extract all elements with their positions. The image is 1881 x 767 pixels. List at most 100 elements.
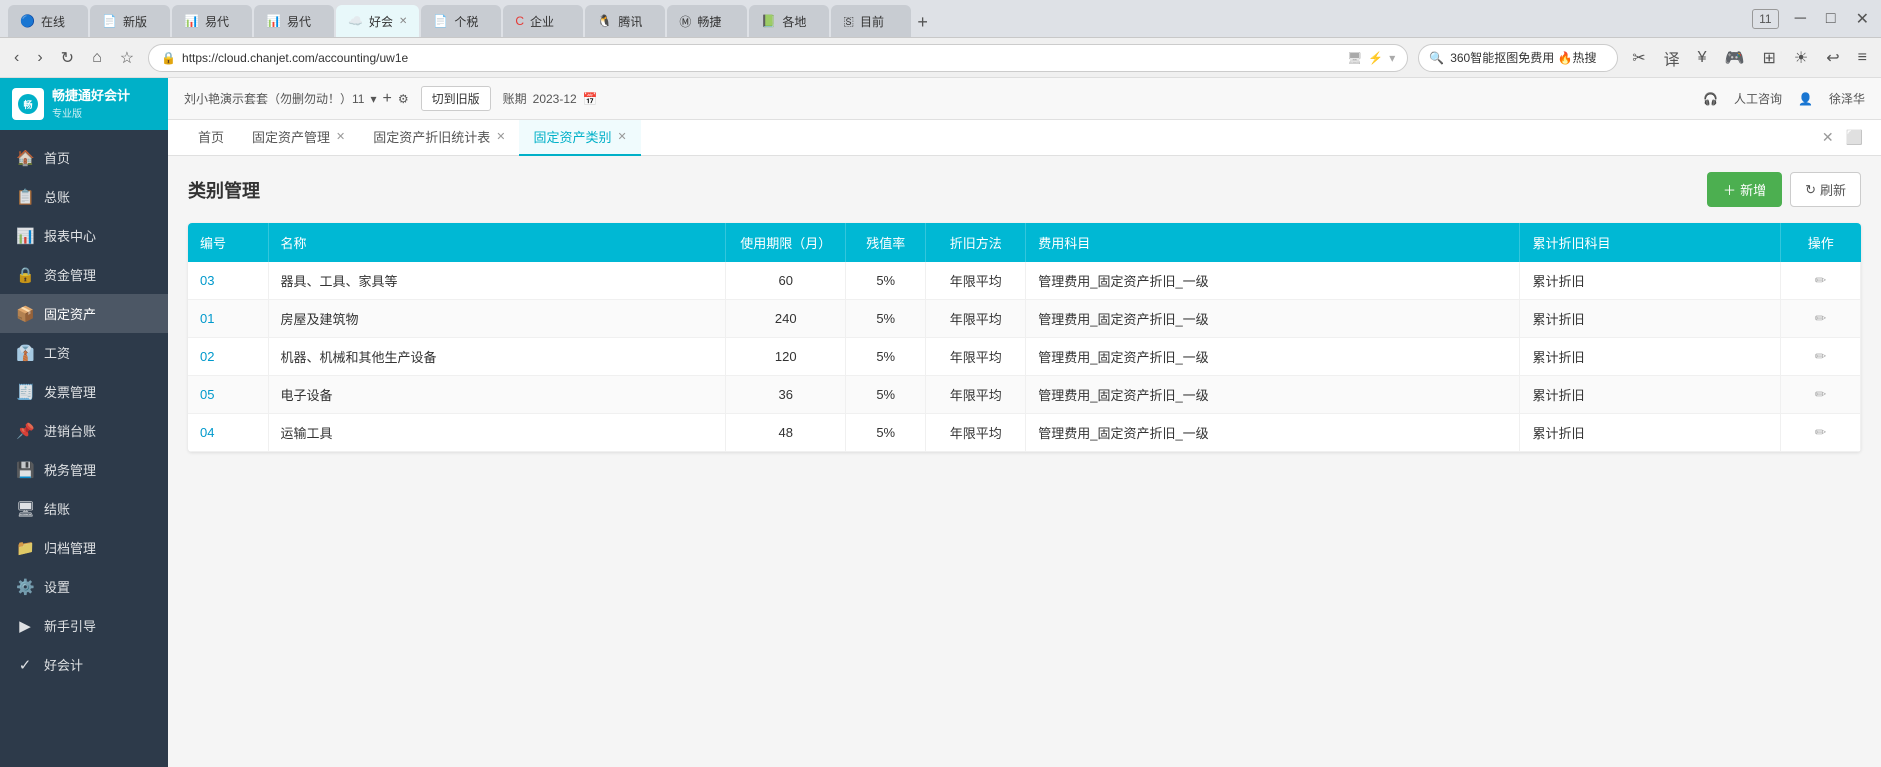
sidebar-item-close[interactable]: 🖥 结账: [0, 489, 168, 528]
browser-tab-qiye[interactable]: C 企业: [503, 5, 583, 37]
search-text: 360智能抠图免费用 🔥热搜: [1450, 49, 1596, 66]
page-tab-asset-category-close[interactable]: ✕: [618, 130, 627, 143]
page-tab-home[interactable]: 首页: [184, 120, 238, 156]
consult-label[interactable]: 人工咨询: [1734, 90, 1782, 107]
sidebar-item-ledger[interactable]: 📋 总账: [0, 177, 168, 216]
browser-tab-zaixin[interactable]: 🔵 在线: [8, 5, 88, 37]
user-name: 徐泽华: [1829, 90, 1865, 107]
sidebar-item-settings[interactable]: ⚙️ 设置: [0, 567, 168, 606]
translate-tool[interactable]: 译: [1660, 42, 1684, 74]
minimize-browser[interactable]: ─: [1791, 6, 1810, 32]
cell-period: 48: [726, 414, 846, 452]
page-tab-depreciation-stats[interactable]: 固定资产折旧统计表 ✕: [359, 120, 519, 156]
new-tab-button[interactable]: +: [913, 8, 932, 37]
tab-count-badge[interactable]: 11: [1752, 9, 1778, 29]
edit-icon[interactable]: ✏: [1815, 272, 1827, 289]
address-dropdown-icon[interactable]: ▾: [1389, 51, 1395, 65]
browser-tab-tengxun[interactable]: 🐧 腾讯: [585, 5, 665, 37]
undo-tool[interactable]: ↩: [1822, 44, 1843, 72]
brightness-tool[interactable]: ☀: [1790, 44, 1812, 72]
address-bar-row: ‹ › ↻ ⌂ ☆ 🔒 https://cloud.chanjet.com/ac…: [0, 38, 1881, 78]
menu-button[interactable]: ≡: [1854, 45, 1871, 71]
archive-icon: 📁: [16, 539, 34, 557]
account-dropdown-icon[interactable]: ▾: [370, 92, 376, 106]
browser-tab-xinban[interactable]: 📄 新版: [90, 5, 170, 37]
funds-icon: 🔒: [16, 266, 34, 284]
sidebar-item-guide[interactable]: ▶ 新手引导: [0, 606, 168, 645]
back-button[interactable]: ‹: [10, 45, 23, 71]
edit-icon[interactable]: ✏: [1815, 310, 1827, 327]
refresh-button[interactable]: ↻ 刷新: [1790, 172, 1861, 207]
browser-tab-yidai1[interactable]: 📊 易代: [172, 5, 252, 37]
cell-code[interactable]: 04: [188, 414, 268, 452]
page-tab-fixed-assets-mgmt[interactable]: 固定资产管理 ✕: [238, 120, 359, 156]
restore-browser[interactable]: □: [1822, 6, 1840, 32]
add-button[interactable]: ＋ 新增: [1707, 172, 1782, 207]
browser-tab-haohui[interactable]: ☁️ 好会 ✕: [336, 5, 419, 37]
sidebar-item-trade[interactable]: 📌 进销台账: [0, 411, 168, 450]
haokuaiji-icon: ✓: [16, 656, 34, 674]
reload-button[interactable]: ↻: [57, 44, 78, 72]
sidebar-item-home[interactable]: 🏠 首页: [0, 138, 168, 177]
sidebar-item-archive[interactable]: 📁 归档管理: [0, 528, 168, 567]
sidebar-item-invoice[interactable]: 🧾 发票管理: [0, 372, 168, 411]
sidebar-label-reports: 报表中心: [44, 226, 96, 245]
scissors-tool[interactable]: ✂: [1628, 44, 1649, 72]
sidebar-item-reports[interactable]: 📊 报表中心: [0, 216, 168, 255]
sidebar-item-funds[interactable]: 🔒 资金管理: [0, 255, 168, 294]
sidebar-label-settings: 设置: [44, 577, 70, 596]
page-tab-fixed-assets-mgmt-label: 固定资产管理: [252, 127, 330, 146]
cell-code[interactable]: 05: [188, 376, 268, 414]
grid-view[interactable]: ⊞: [1759, 44, 1780, 72]
cell-period: 36: [726, 376, 846, 414]
cell-ratio: 5%: [846, 338, 926, 376]
game-tool[interactable]: 🎮: [1721, 44, 1749, 72]
switch-version-button[interactable]: 切到旧版: [421, 86, 491, 111]
edit-icon[interactable]: ✏: [1815, 348, 1827, 365]
guide-icon: ▶: [16, 617, 34, 635]
cell-accum: 累计折旧: [1520, 262, 1781, 300]
cell-ratio: 5%: [846, 262, 926, 300]
cell-name: 机器、机械和其他生产设备: [268, 338, 726, 376]
settings-icon: ⚙️: [16, 578, 34, 596]
browser-tab-muqian[interactable]: 🇸 目前: [831, 5, 911, 37]
cell-period: 240: [726, 300, 846, 338]
sidebar-item-fixed-assets[interactable]: 📦 固定资产: [0, 294, 168, 333]
browser-tab-gesui[interactable]: 📄 个税: [421, 5, 501, 37]
sidebar-item-haokuaiji[interactable]: ✓ 好会计: [0, 645, 168, 684]
cell-code[interactable]: 02: [188, 338, 268, 376]
sidebar-item-tax[interactable]: 💾 税务管理: [0, 450, 168, 489]
refresh-icon: ↻: [1805, 182, 1816, 198]
page-tab-depreciation-stats-close[interactable]: ✕: [496, 130, 505, 143]
edit-icon[interactable]: ✏: [1815, 424, 1827, 441]
account-name: 刘小艳演示套套（勿删勿动！）11: [184, 90, 364, 107]
forward-button[interactable]: ›: [33, 45, 46, 71]
browser-tab-yidai2[interactable]: 📊 易代: [254, 5, 334, 37]
account-settings-icon[interactable]: ⚙: [398, 92, 409, 106]
cell-code[interactable]: 01: [188, 300, 268, 338]
bookmark-button[interactable]: ☆: [116, 44, 138, 72]
home-button[interactable]: ⌂: [88, 45, 106, 71]
add-account-icon[interactable]: +: [383, 90, 392, 108]
tab-bar-close-button[interactable]: ✕: [1820, 127, 1836, 148]
cell-code[interactable]: 03: [188, 262, 268, 300]
currency-tool[interactable]: ¥: [1694, 45, 1711, 71]
lock-icon: 🔒: [161, 51, 176, 65]
search-bar[interactable]: 🔍 360智能抠图免费用 🔥热搜: [1418, 44, 1618, 72]
cell-method: 年限平均: [926, 262, 1026, 300]
home-icon: 🏠: [16, 149, 34, 167]
data-table: 编号 名称 使用期限（月） 残值率 折旧方法 费用科目 累计折旧科目 操作 03…: [188, 223, 1861, 452]
close-browser[interactable]: ✕: [1852, 5, 1873, 33]
browser-tab-gedi[interactable]: 📗 各地: [749, 5, 829, 37]
cell-action: ✏: [1781, 300, 1861, 338]
cell-action: ✏: [1781, 414, 1861, 452]
address-bar[interactable]: 🔒 https://cloud.chanjet.com/accounting/u…: [148, 44, 1408, 72]
page-tab-fixed-assets-mgmt-close[interactable]: ✕: [336, 130, 345, 143]
page-tab-asset-category[interactable]: 固定资产类别 ✕: [519, 120, 640, 156]
tab-close-haohui[interactable]: ✕: [399, 16, 407, 27]
tab-bar-expand-button[interactable]: ⬜: [1844, 127, 1865, 148]
edit-icon[interactable]: ✏: [1815, 386, 1827, 403]
calendar-icon[interactable]: 📅: [583, 92, 598, 106]
browser-tab-changjie[interactable]: Ⓜ 畅捷: [667, 5, 747, 37]
sidebar-item-salary[interactable]: 👔 工资: [0, 333, 168, 372]
